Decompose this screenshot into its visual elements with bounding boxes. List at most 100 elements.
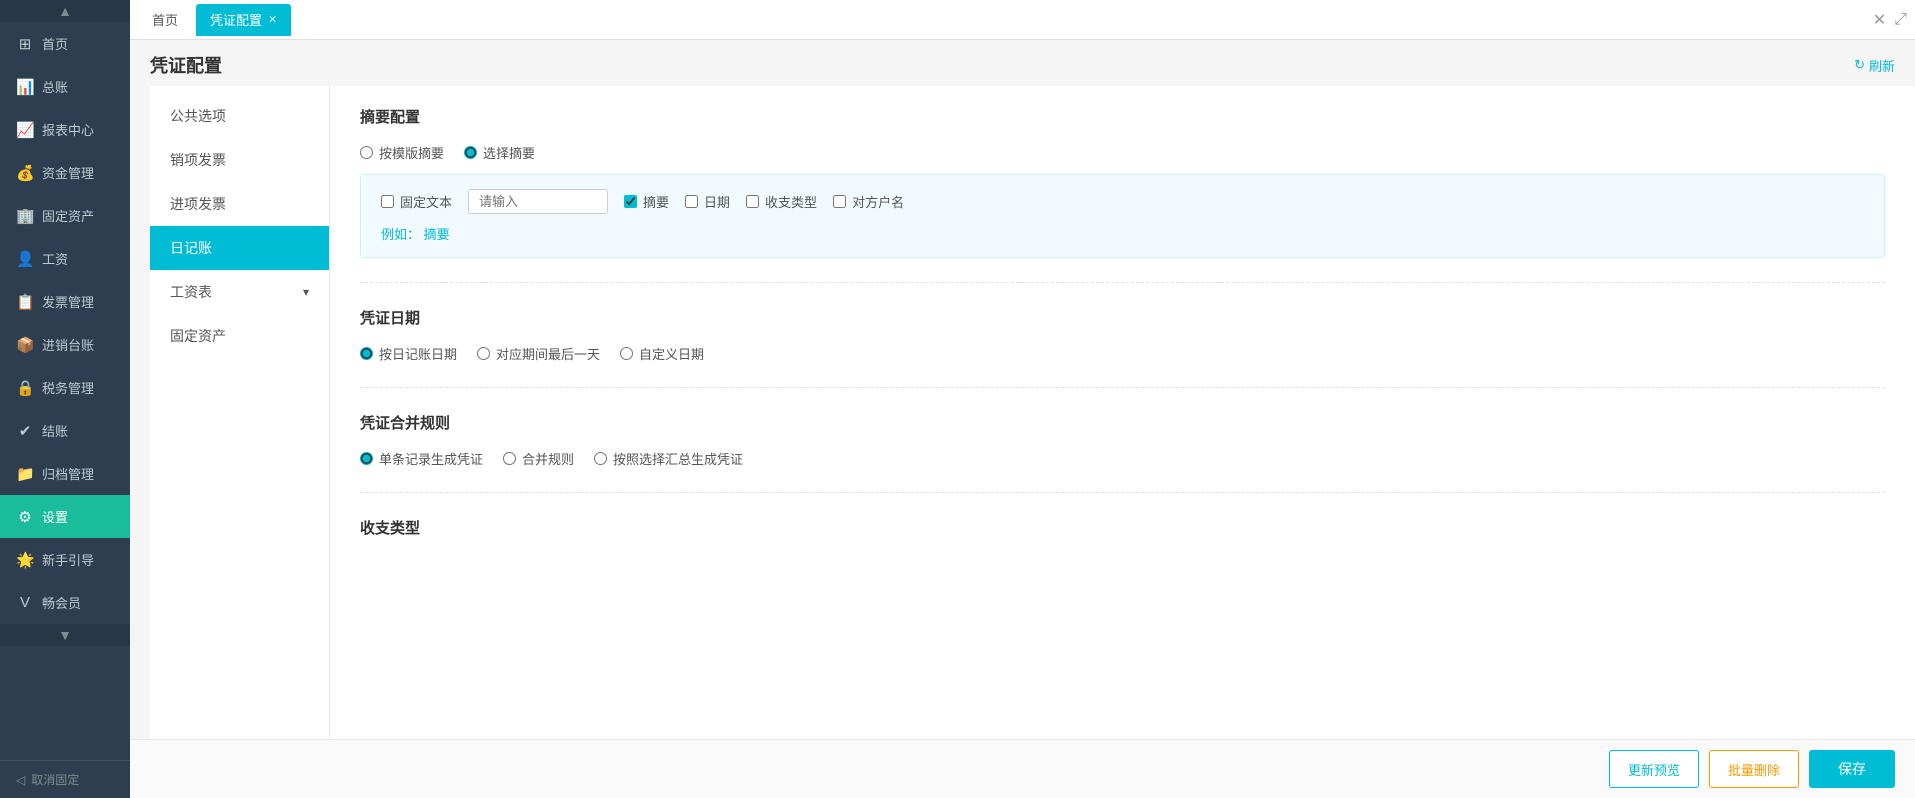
checkbox-date-label: 日期 xyxy=(704,192,730,211)
radio-by-journal-date-input[interactable] xyxy=(360,347,373,360)
sidebar-item-vip[interactable]: V 畅会员 xyxy=(0,581,130,624)
sidebar-item-invoice-management[interactable]: 📋 发票管理 xyxy=(0,280,130,323)
voucher-date-section: 凭证日期 按日记账日期 对应期间最后一天 自定义日期 xyxy=(360,307,1885,388)
sidebar-unpin[interactable]: ◁ 取消固定 xyxy=(0,760,130,798)
radio-select-abstract-input[interactable] xyxy=(464,146,477,159)
radio-single-record[interactable]: 单条记录生成凭证 xyxy=(360,449,483,468)
tab-voucher-config-label: 凭证配置 xyxy=(210,10,262,29)
tab-voucher-config[interactable]: 凭证配置 ✕ xyxy=(196,4,291,36)
radio-custom-date[interactable]: 自定义日期 xyxy=(620,344,704,363)
sidebar-item-settings[interactable]: ⚙ 设置 xyxy=(0,495,130,538)
sidebar-item-label: 报表中心 xyxy=(42,120,94,139)
payroll-icon: 👤 xyxy=(16,250,34,268)
radio-last-day-period[interactable]: 对应期间最后一天 xyxy=(477,344,600,363)
page-header: 凭证配置 ↻ 刷新 xyxy=(130,40,1915,86)
sidebar-item-tax-management[interactable]: 🔒 税务管理 xyxy=(0,366,130,409)
sidebar-item-payroll[interactable]: 👤 工资 xyxy=(0,237,130,280)
checkbox-fixed-text-label: 固定文本 xyxy=(400,192,452,211)
left-nav-item-fixed-assets[interactable]: 固定资产 xyxy=(150,314,329,358)
sidebar-item-general-ledger[interactable]: 📊 总账 xyxy=(0,65,130,108)
abstract-text-input[interactable] xyxy=(468,189,608,214)
checkbox-date[interactable]: 日期 xyxy=(685,192,730,211)
newbie-icon: 🌟 xyxy=(16,551,34,569)
tab-home-label: 首页 xyxy=(152,10,178,29)
left-nav-item-purchase-invoice[interactable]: 进项发票 xyxy=(150,182,329,226)
sidebar-item-label: 新手引导 xyxy=(42,550,94,569)
checkbox-date-input[interactable] xyxy=(685,195,698,208)
sidebar-scroll-down[interactable]: ▼ xyxy=(0,624,130,646)
checkbox-fixed-text[interactable]: 固定文本 xyxy=(381,192,452,211)
invoice-icon: 📋 xyxy=(16,293,34,311)
radio-by-journal-date-label: 按日记账日期 xyxy=(379,344,457,363)
sidebar-item-archive-management[interactable]: 📁 归档管理 xyxy=(0,452,130,495)
sidebar-item-newbie-guide[interactable]: 🌟 新手引导 xyxy=(0,538,130,581)
left-nav-item-sales-invoice[interactable]: 销项发票 xyxy=(150,138,329,182)
radio-generate-by-selection-input[interactable] xyxy=(594,452,607,465)
radio-select-abstract[interactable]: 选择摘要 xyxy=(464,143,535,162)
checkbox-counterpart-name-label: 对方户名 xyxy=(852,192,904,211)
sidebar-item-settlement[interactable]: ✔ 结账 xyxy=(0,409,130,452)
tax-icon: 🔒 xyxy=(16,379,34,397)
checkbox-income-type[interactable]: 收支类型 xyxy=(746,192,817,211)
pin-icon: ◁ xyxy=(16,773,25,787)
close-icon[interactable]: ✕ xyxy=(1873,10,1886,30)
sidebar-item-report-center[interactable]: 📈 报表中心 xyxy=(0,108,130,151)
checkbox-counterpart-name-input[interactable] xyxy=(833,195,846,208)
checkbox-income-type-input[interactable] xyxy=(746,195,759,208)
radio-single-record-input[interactable] xyxy=(360,452,373,465)
sidebar-item-label: 进销台账 xyxy=(42,335,94,354)
radio-by-template[interactable]: 按模版摘要 xyxy=(360,143,444,162)
assets-icon: 🏢 xyxy=(16,207,34,225)
left-nav-item-journal[interactable]: 日记账 xyxy=(150,226,329,270)
refresh-button[interactable]: ↻ 刷新 xyxy=(1854,56,1895,75)
bottom-bar: 更新预览 批量删除 保存 xyxy=(130,739,1915,798)
save-button[interactable]: 保存 xyxy=(1809,750,1895,788)
left-nav-item-payroll-table[interactable]: 工资表 ▾ xyxy=(150,270,329,314)
abstract-example: 例如： 摘要 xyxy=(381,224,1864,243)
sidebar-item-fund-management[interactable]: 💰 资金管理 xyxy=(0,151,130,194)
sidebar-item-label: 资金管理 xyxy=(42,163,94,182)
sidebar-item-label: 畅会员 xyxy=(42,593,81,612)
abstract-config-box: 固定文本 摘要 日期 xyxy=(360,174,1885,258)
checkbox-abstract-input[interactable] xyxy=(624,195,637,208)
radio-custom-date-label: 自定义日期 xyxy=(639,344,704,363)
sidebar-item-label: 税务管理 xyxy=(42,378,94,397)
main-layout: 公共选项 销项发票 进项发票 日记账 工资表 ▾ 固定资产 xyxy=(150,86,1915,739)
radio-generate-by-selection[interactable]: 按照选择汇总生成凭证 xyxy=(594,449,743,468)
ledger-icon: 📊 xyxy=(16,78,34,96)
merge-rules-radio-group: 单条记录生成凭证 合并规则 按照选择汇总生成凭证 xyxy=(360,449,1885,468)
left-nav-label: 工资表 xyxy=(170,282,212,302)
sidebar-item-label: 设置 xyxy=(42,507,68,526)
checkbox-fixed-text-input[interactable] xyxy=(381,195,394,208)
radio-merge-rules[interactable]: 合并规则 xyxy=(503,449,574,468)
radio-merge-rules-input[interactable] xyxy=(503,452,516,465)
update-preview-button[interactable]: 更新预览 xyxy=(1609,750,1699,788)
resize-icon[interactable]: ⤢ xyxy=(1894,11,1907,29)
sidebar-item-fixed-assets[interactable]: 🏢 固定资产 xyxy=(0,194,130,237)
abstract-config-title: 摘要配置 xyxy=(360,106,1885,127)
tab-close-icon[interactable]: ✕ xyxy=(268,13,277,26)
checkbox-abstract[interactable]: 摘要 xyxy=(624,192,669,211)
left-nav: 公共选项 销项发票 进项发票 日记账 工资表 ▾ 固定资产 xyxy=(150,86,330,739)
voucher-date-title: 凭证日期 xyxy=(360,307,1885,328)
purchase-icon: 📦 xyxy=(16,336,34,354)
radio-select-abstract-label: 选择摘要 xyxy=(483,143,535,162)
left-nav-item-public-options[interactable]: 公共选项 xyxy=(150,94,329,138)
tab-home[interactable]: 首页 xyxy=(138,4,192,36)
batch-delete-button[interactable]: 批量删除 xyxy=(1709,750,1799,788)
radio-custom-date-input[interactable] xyxy=(620,347,633,360)
archive-icon: 📁 xyxy=(16,465,34,483)
sidebar-item-home[interactable]: ⊞ 首页 xyxy=(0,22,130,65)
unpin-label: 取消固定 xyxy=(31,771,79,788)
sidebar-item-purchase-sales[interactable]: 📦 进销台账 xyxy=(0,323,130,366)
radio-last-day-period-input[interactable] xyxy=(477,347,490,360)
refresh-icon: ↻ xyxy=(1854,57,1865,73)
sidebar-item-label: 归档管理 xyxy=(42,464,94,483)
radio-by-template-input[interactable] xyxy=(360,146,373,159)
sidebar-scroll-up[interactable]: ▲ xyxy=(0,0,130,22)
tab-bar: 首页 凭证配置 ✕ ✕ ⤢ xyxy=(130,0,1915,40)
radio-by-journal-date[interactable]: 按日记账日期 xyxy=(360,344,457,363)
checkbox-counterpart-name[interactable]: 对方户名 xyxy=(833,192,904,211)
home-icon: ⊞ xyxy=(16,35,34,53)
left-nav-label: 日记账 xyxy=(170,238,212,258)
